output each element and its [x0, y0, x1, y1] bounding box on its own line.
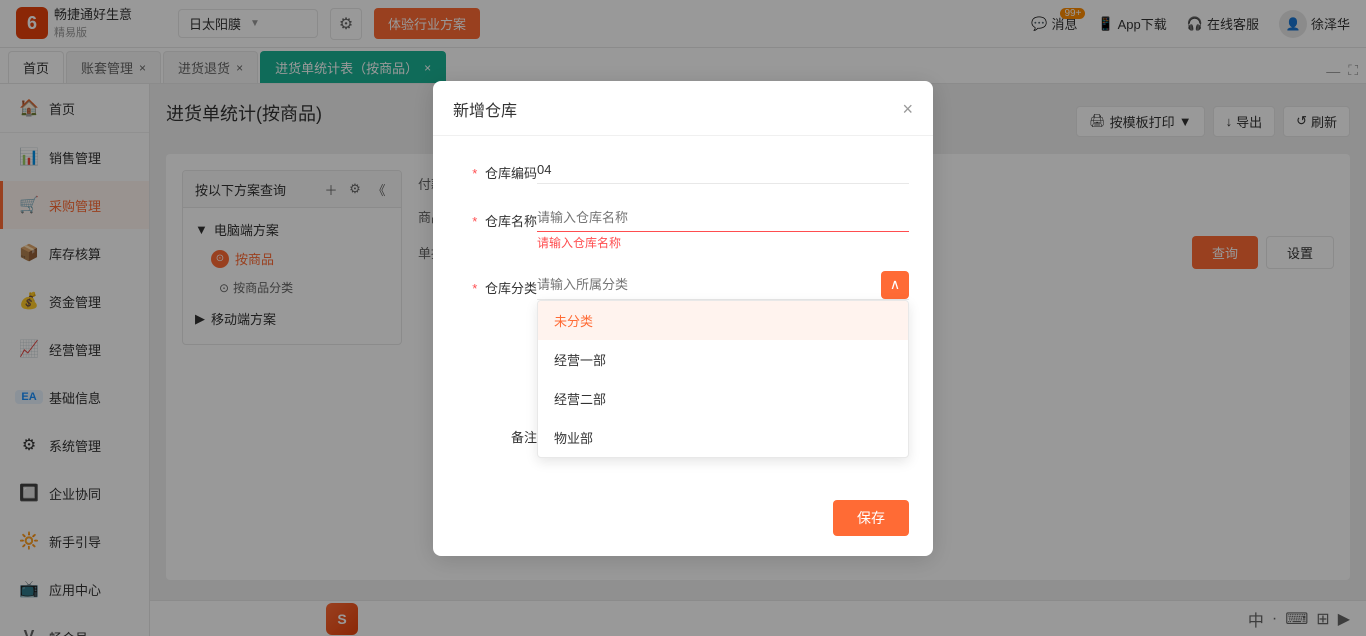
name-input[interactable] — [537, 204, 909, 232]
chevron-up-icon: ∧ — [890, 276, 900, 293]
category-field-wrap: ∧ 未分类 经营一部 经营二部 物业部 — [537, 271, 909, 300]
required-star-name: * — [472, 214, 477, 229]
modal-footer: 保存 — [433, 488, 933, 556]
form-row-category: * 仓库分类 ∧ 未分类 经营一部 经营二部 物业部 — [457, 271, 909, 300]
required-star-category: * — [472, 281, 477, 296]
category-toggle-button[interactable]: ∧ — [881, 271, 909, 299]
modal-add-warehouse: 新增仓库 × * 仓库编码 * 仓库名称 — [433, 81, 933, 556]
required-star-code: * — [472, 166, 477, 181]
dropdown-item-dept2[interactable]: 经营二部 — [538, 379, 908, 418]
name-field-wrap: 请输入仓库名称 — [537, 204, 909, 251]
save-button[interactable]: 保存 — [833, 500, 909, 536]
modal-body: * 仓库编码 * 仓库名称 请输入仓库名称 — [433, 136, 933, 488]
code-input[interactable] — [537, 156, 909, 184]
category-select-wrap: ∧ — [537, 271, 909, 300]
form-row-code: * 仓库编码 — [457, 156, 909, 184]
name-label-text: 仓库名称 — [485, 214, 537, 229]
dropdown-item-uncategorized[interactable]: 未分类 — [538, 301, 908, 340]
form-row-name: * 仓库名称 请输入仓库名称 — [457, 204, 909, 251]
modal-close-button[interactable]: × — [902, 100, 913, 118]
name-error-msg: 请输入仓库名称 — [537, 234, 909, 251]
dropdown-item-dept1[interactable]: 经营一部 — [538, 340, 908, 379]
dropdown-item-property[interactable]: 物业部 — [538, 418, 908, 457]
category-dropdown: 未分类 经营一部 经营二部 物业部 — [537, 300, 909, 458]
code-field-label: * 仓库编码 — [457, 156, 537, 182]
modal-title: 新增仓库 — [453, 97, 517, 121]
modal-header: 新增仓库 × — [433, 81, 933, 136]
category-input[interactable] — [537, 271, 881, 298]
modal-overlay[interactable]: 新增仓库 × * 仓库编码 * 仓库名称 — [0, 0, 1366, 636]
remark-label-text: 备注 — [511, 430, 537, 445]
category-field-label: * 仓库分类 — [457, 271, 537, 297]
remark-field-label: 备注 — [457, 420, 537, 446]
name-field-label: * 仓库名称 — [457, 204, 537, 230]
category-label-text: 仓库分类 — [485, 281, 537, 296]
code-field-wrap — [537, 156, 909, 184]
code-label-text: 仓库编码 — [485, 166, 537, 181]
